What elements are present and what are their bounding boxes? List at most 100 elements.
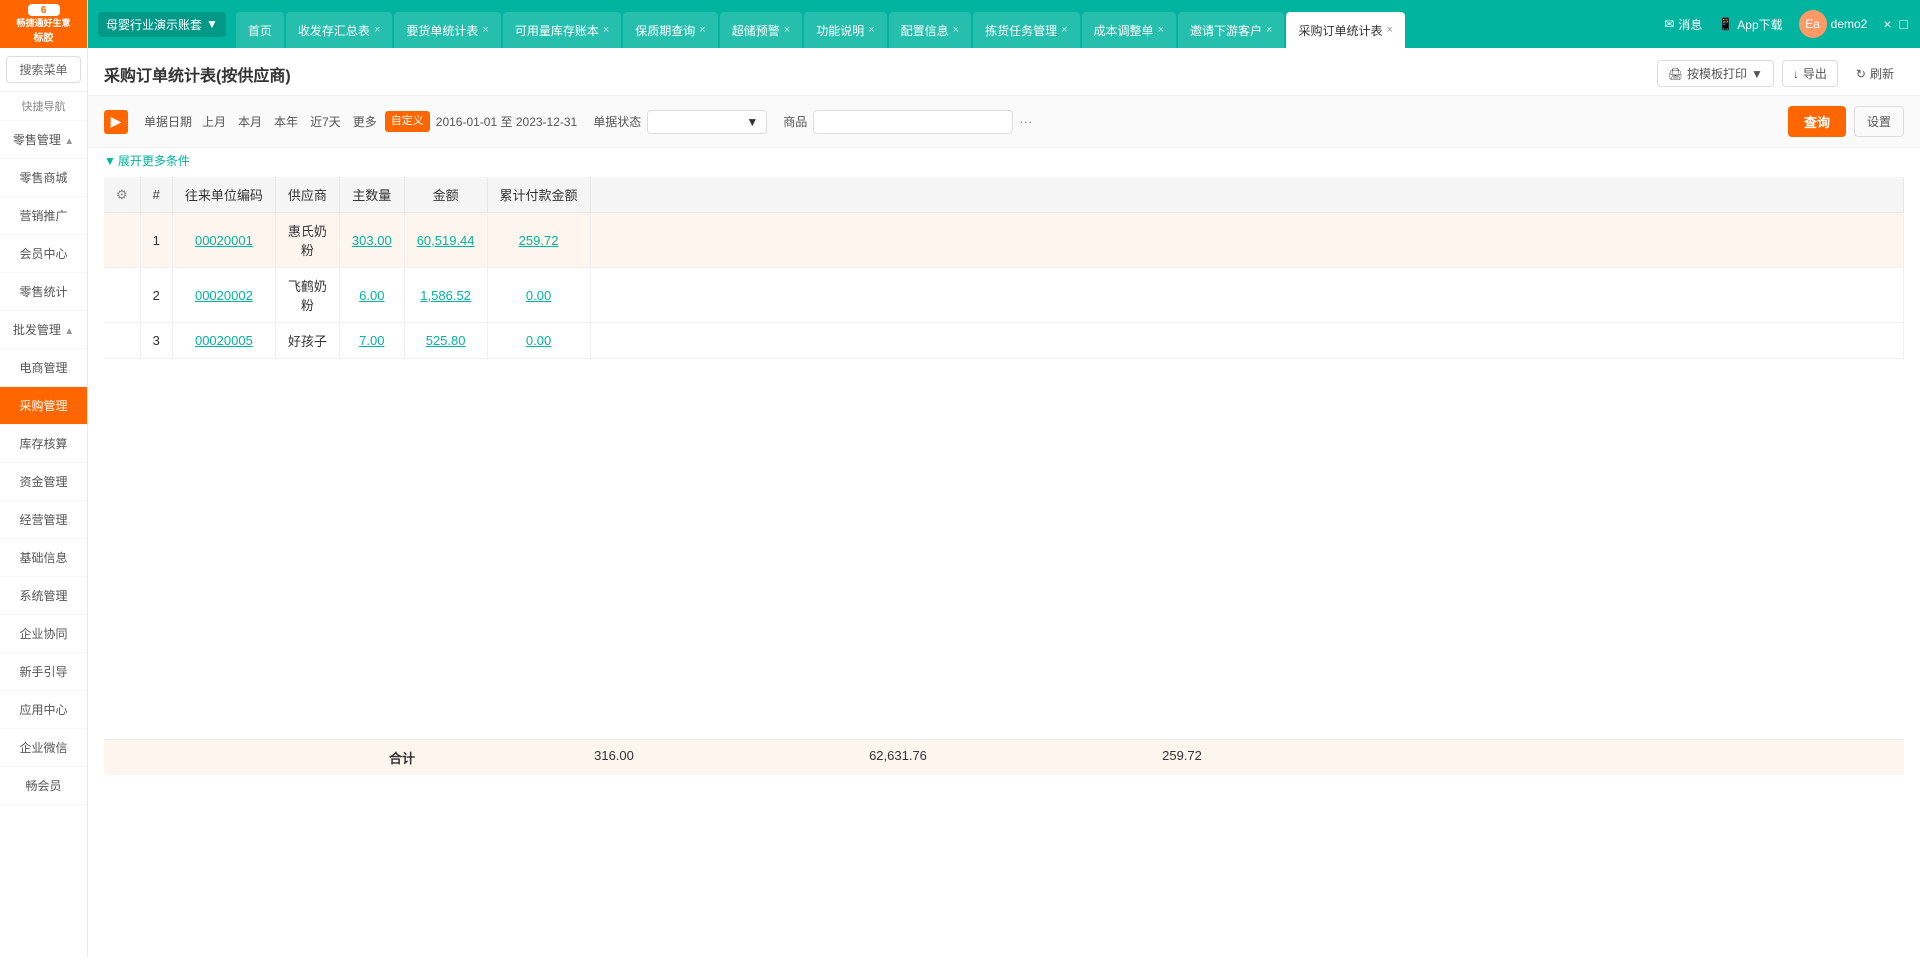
table-settings-icon[interactable]: ⚙ (116, 187, 128, 202)
tab-purchase-stats[interactable]: 采购订单统计表 × (1286, 12, 1404, 48)
table-container: ⚙ # 往来单位编码 供应商 主数量 金额 累计付款金额 1 (88, 177, 1920, 359)
tab-home[interactable]: 首页 (236, 12, 284, 48)
quantity-link[interactable]: 6.00 (359, 288, 384, 303)
tab-order-stats[interactable]: 要货单统计表 × (394, 12, 500, 48)
sidebar-item-retail-mgmt[interactable]: 零售管理 ▲ (0, 121, 87, 159)
sidebar-item-quick-nav[interactable]: 快捷导航 (0, 92, 87, 121)
sidebar-item-operations[interactable]: 经营管理 (0, 501, 87, 539)
tab-receipt-summary[interactable]: 收发存汇总表 × (286, 12, 392, 48)
sidebar-item-newbie[interactable]: 新手引导 (0, 653, 87, 691)
chevron-right-icon: ▶ (111, 113, 122, 130)
cell-quantity: 7.00 (339, 323, 404, 359)
paid-link[interactable]: 259.72 (519, 233, 559, 248)
search-menu-button[interactable]: 搜索菜单 (6, 56, 81, 83)
tab-close-icon[interactable]: × (784, 24, 790, 36)
message-button[interactable]: ✉ 消息 (1664, 16, 1702, 33)
goods-input[interactable] (813, 110, 1013, 134)
query-button[interactable]: 查询 (1788, 106, 1846, 137)
main-area: 母婴行业演示账套 ▼ 首页 收发存汇总表 × 要货单统计表 × 可用量库存账本 … (88, 0, 1920, 957)
footer-total-amount: 62,631.76 (756, 748, 1040, 767)
status-select[interactable]: ▼ (647, 110, 767, 134)
cell-quantity: 303.00 (339, 213, 404, 268)
sidebar-item-member[interactable]: 畅会员 (0, 767, 87, 805)
logo-text: 畅捷通好生意 (16, 18, 70, 29)
tab-close-icon[interactable]: × (482, 24, 488, 36)
sidebar-item-wholesale[interactable]: 批发管理 ▲ (0, 311, 87, 349)
tab-close-icon[interactable]: × (953, 24, 959, 36)
expand-more-button[interactable]: ▼ 展开更多条件 (104, 152, 190, 169)
workspace-selector[interactable]: 母婴行业演示账套 ▼ (98, 12, 226, 37)
sidebar-item-purchase[interactable]: 采购管理 (0, 387, 87, 425)
tab-invite-customer[interactable]: 邀请下游客户 × (1178, 12, 1284, 48)
tab-config[interactable]: 配置信息 × (889, 12, 971, 48)
tab-function-desc[interactable]: 功能说明 × (804, 12, 886, 48)
sidebar-item-finance[interactable]: 资金管理 (0, 463, 87, 501)
amount-link[interactable]: 1,586.52 (420, 288, 471, 303)
user-profile-button[interactable]: Ea demo2 (1799, 10, 1868, 38)
tab-available-stock[interactable]: 可用量库存账本 × (503, 12, 621, 48)
amount-link[interactable]: 525.80 (426, 333, 466, 348)
unit-code-link[interactable]: 00020005 (195, 333, 253, 348)
shortcut-this-year[interactable]: 本年 (270, 111, 302, 132)
quantity-link[interactable]: 7.00 (359, 333, 384, 348)
quantity-link[interactable]: 303.00 (352, 233, 392, 248)
print-button[interactable]: 🖨 按模板打印 ▼ (1657, 60, 1774, 87)
logo-sub: 标胶 (34, 29, 54, 44)
cell-quantity: 6.00 (339, 268, 404, 323)
refresh-button[interactable]: ↻ 刷新 (1846, 61, 1904, 86)
sidebar-item-wechat[interactable]: 企业微信 (0, 729, 87, 767)
unit-code-link[interactable]: 00020001 (195, 233, 253, 248)
tab-pick-task[interactable]: 拣货任务管理 × (973, 12, 1079, 48)
amount-link[interactable]: 60,519.44 (417, 233, 475, 248)
window-close-button[interactable]: × (1883, 16, 1891, 32)
shortcut-more[interactable]: 更多 (349, 111, 381, 132)
cell-paid: 259.72 (487, 213, 590, 268)
tab-expiry-query[interactable]: 保质期查询 × (623, 12, 717, 48)
sidebar-item-basic-info[interactable]: 基础信息 (0, 539, 87, 577)
sidebar-item-ecommerce[interactable]: 电商管理 (0, 349, 87, 387)
tab-cost-adjust[interactable]: 成本调整单 × (1082, 12, 1176, 48)
th-index: # (140, 177, 172, 213)
settings-button[interactable]: 设置 (1854, 106, 1904, 137)
sidebar-item-member-center[interactable]: 会员中心 (0, 235, 87, 273)
app-download-button[interactable]: 📱 App下载 (1718, 16, 1782, 33)
unit-code-link[interactable]: 00020002 (195, 288, 253, 303)
shortcut-7days[interactable]: 近7天 (306, 111, 345, 132)
sidebar-item-enterprise[interactable]: 企业协同 (0, 615, 87, 653)
cell-amount: 60,519.44 (404, 213, 487, 268)
th-settings: ⚙ (104, 177, 140, 213)
paid-link[interactable]: 0.00 (526, 333, 551, 348)
tab-close-icon[interactable]: × (868, 24, 874, 36)
window-maximize-button[interactable]: □ (1900, 16, 1908, 32)
tab-overstock[interactable]: 超储预警 × (720, 12, 802, 48)
tab-close-icon[interactable]: × (603, 24, 609, 36)
table-row: 3 00020005 好孩子 7.00 525.80 0.00 (104, 323, 1904, 359)
tab-close-active-icon[interactable]: × (1386, 24, 1392, 36)
print-icon: 🖨 (1668, 67, 1683, 81)
sidebar-item-retail-stats[interactable]: 零售统计 (0, 273, 87, 311)
th-paid: 累计付款金额 (487, 177, 590, 213)
purchase-stats-table: ⚙ # 往来单位编码 供应商 主数量 金额 累计付款金额 1 (104, 177, 1904, 359)
paid-link[interactable]: 0.00 (526, 288, 551, 303)
sidebar-item-retail-shop[interactable]: 零售商城 (0, 159, 87, 197)
sidebar-item-marketing[interactable]: 营销推广 (0, 197, 87, 235)
date-shortcuts: 上月 本月 本年 近7天 更多 自定义 (198, 111, 430, 132)
th-extra (590, 177, 1903, 213)
sidebar-item-app-center[interactable]: 应用中心 (0, 691, 87, 729)
filter-bar: ▶ 单据日期 上月 本月 本年 近7天 更多 自定义 2016-01-01 至 … (88, 96, 1920, 148)
sidebar-item-system[interactable]: 系统管理 (0, 577, 87, 615)
shortcut-last-month[interactable]: 上月 (198, 111, 230, 132)
filter-toggle-button[interactable]: ▶ (104, 110, 128, 134)
date-filter-label: 单据日期 (144, 113, 192, 130)
cell-paid: 0.00 (487, 323, 590, 359)
shortcut-this-month[interactable]: 本月 (234, 111, 266, 132)
print-dropdown-icon: ▼ (1751, 67, 1763, 81)
tab-close-icon[interactable]: × (374, 24, 380, 36)
export-button[interactable]: ↓ 导出 (1782, 60, 1838, 87)
tab-close-icon[interactable]: × (1158, 24, 1164, 36)
tab-close-icon[interactable]: × (699, 24, 705, 36)
tab-close-icon[interactable]: × (1061, 24, 1067, 36)
sidebar-item-inventory[interactable]: 库存核算 (0, 425, 87, 463)
tab-close-icon[interactable]: × (1266, 24, 1272, 36)
status-filter-label: 单据状态 (593, 113, 641, 130)
